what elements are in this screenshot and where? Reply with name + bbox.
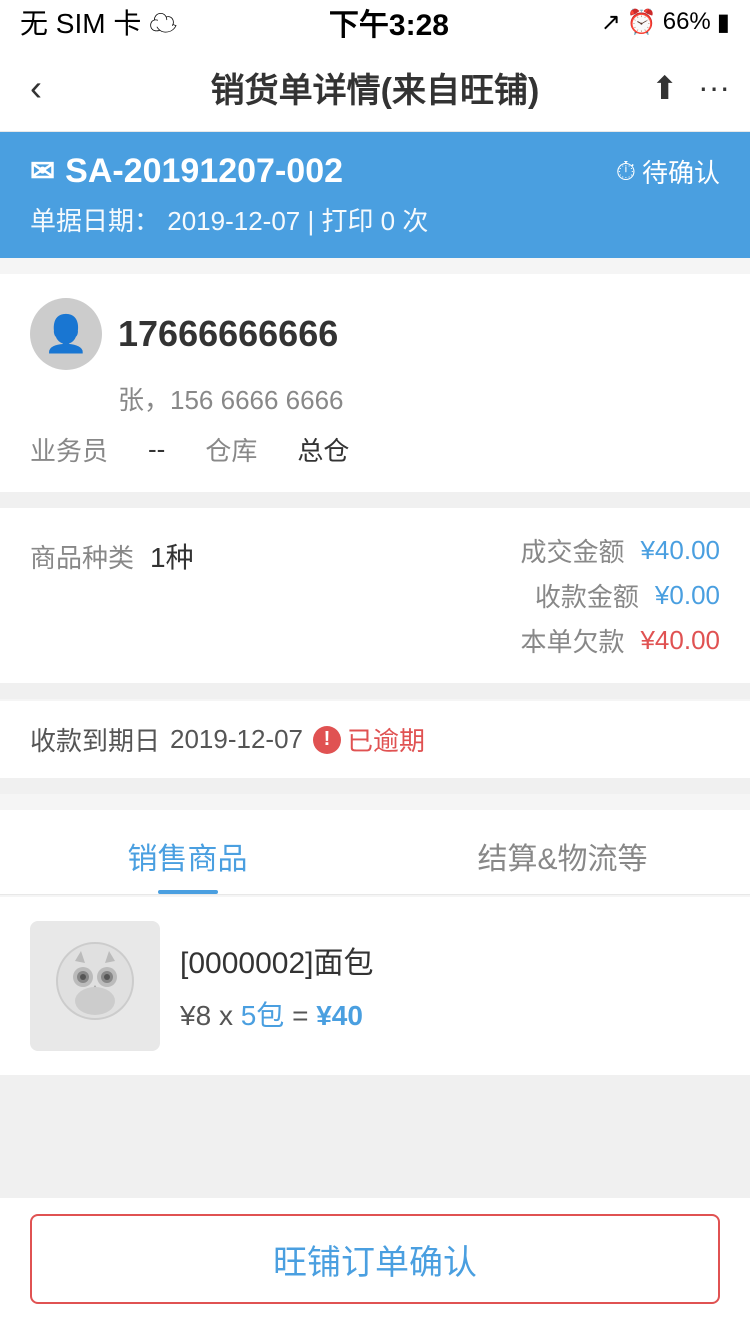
sim-label: 无 SIM 卡 ☁	[20, 2, 177, 42]
received-item: 收款金额 ¥0.00	[535, 577, 720, 614]
overdue-text: 已逾期	[347, 721, 425, 758]
page-title: 销货单详情(来自旺铺)	[211, 63, 540, 112]
tab-settlement[interactable]: 结算&物流等	[375, 810, 750, 894]
order-id-value: SA-20191207-002	[65, 152, 343, 191]
share-button[interactable]: ⬆	[651, 69, 678, 107]
type-label: 商品种类	[30, 538, 134, 575]
location-icon: ↗	[601, 8, 621, 37]
product-price: ¥8 x 5包 = ¥40	[180, 994, 720, 1034]
summary-row: 商品种类 1种 成交金额 ¥40.00 收款金额 ¥0.00 本单欠款 ¥40.…	[30, 532, 720, 659]
battery-icon: ▮	[717, 8, 730, 37]
product-logo	[55, 941, 135, 1031]
order-id: ✉ SA-20191207-002	[30, 152, 343, 191]
nav-actions: ⬆ ···	[651, 69, 730, 107]
due-date-label: 收款到期日	[30, 721, 160, 758]
order-date: 单据日期： 2019-12-07 | 打印 0 次	[30, 201, 720, 238]
warehouse-value: 总仓	[297, 431, 349, 468]
status-bar: 无 SIM 卡 ☁ 下午3:28 ↗ ⏰ 66% ▮	[0, 0, 750, 44]
order-date-label: 单据日期：	[30, 206, 160, 236]
bottom-bar: 旺铺订单确认	[0, 1198, 750, 1334]
overdue-icon: !	[313, 726, 341, 754]
tab-settlement-label: 结算&物流等	[477, 843, 647, 876]
owed-item: 本单欠款 ¥40.00	[520, 622, 720, 659]
equals-sign: =	[292, 1000, 316, 1031]
amount-label: 成交金额	[520, 532, 624, 569]
tab-sales-label: 销售商品	[128, 843, 248, 876]
customer-section: 👤 17666666666 张，156 6666 6666 业务员 -- 仓库 …	[0, 274, 750, 492]
product-info: [0000002]面包 ¥8 x 5包 = ¥40	[180, 938, 720, 1034]
order-print-text: | 打印 0 次	[307, 206, 428, 236]
customer-row: 👤 17666666666	[30, 298, 720, 370]
summary-section: 商品种类 1种 成交金额 ¥40.00 收款金额 ¥0.00 本单欠款 ¥40.…	[0, 508, 750, 683]
multiply-sign: x	[219, 1000, 241, 1031]
summary-right: 成交金额 ¥40.00 收款金额 ¥0.00 本单欠款 ¥40.00	[520, 532, 720, 659]
agent-value: --	[148, 434, 165, 465]
product-qty: 5包	[241, 1000, 285, 1031]
order-date-value: 2019-12-07	[167, 206, 300, 236]
tabs-section: 销售商品 结算&物流等	[0, 810, 750, 895]
owed-value: ¥40.00	[640, 625, 720, 656]
alarm-icon: ⏰	[627, 8, 657, 37]
more-button[interactable]: ···	[698, 69, 730, 106]
agent-label: 业务员	[30, 431, 108, 468]
received-value: ¥0.00	[655, 580, 720, 611]
overdue-badge: ! 已逾期	[313, 721, 425, 758]
summary-left: 商品种类 1种	[30, 532, 520, 576]
due-date-section: 收款到期日 2019-12-07 ! 已逾期	[0, 701, 750, 778]
price-unit: ¥8	[180, 1000, 211, 1031]
status-clock-icon: ⏱	[616, 156, 636, 188]
battery-level: 66%	[663, 8, 711, 36]
customer-meta: 业务员 -- 仓库 总仓	[30, 431, 720, 468]
customer-sub: 张，156 6666 6666	[118, 380, 720, 417]
order-status: ⏱ 待确认	[616, 153, 720, 190]
order-header: ✉ SA-20191207-002 ⏱ 待确认 单据日期： 2019-12-07…	[0, 132, 750, 258]
status-left: 无 SIM 卡 ☁	[20, 2, 177, 42]
divider-1	[0, 492, 750, 508]
avatar-icon: 👤	[44, 313, 89, 355]
type-value: 1种	[150, 536, 194, 576]
owed-label: 本单欠款	[520, 622, 624, 659]
status-text: 待确认	[642, 153, 720, 190]
order-icon: ✉	[30, 154, 55, 189]
avatar: 👤	[30, 298, 102, 370]
due-date-value: 2019-12-07	[170, 724, 303, 755]
status-time: 下午3:28	[329, 0, 449, 44]
warehouse-label: 仓库	[205, 431, 257, 468]
tab-sales-products[interactable]: 销售商品	[0, 810, 375, 894]
product-section: [0000002]面包 ¥8 x 5包 = ¥40	[0, 897, 750, 1075]
product-name: [0000002]面包	[180, 938, 720, 982]
product-thumbnail	[30, 921, 160, 1051]
received-label: 收款金额	[535, 577, 639, 614]
divider-2	[0, 683, 750, 699]
product-total: ¥40	[316, 1000, 363, 1031]
amount-value: ¥40.00	[640, 535, 720, 566]
back-button[interactable]: ‹	[20, 57, 52, 119]
divider-3	[0, 778, 750, 794]
confirm-button[interactable]: 旺铺订单确认	[30, 1214, 720, 1304]
amount-item: 成交金额 ¥40.00	[520, 532, 720, 569]
nav-bar: ‹ 销货单详情(来自旺铺) ⬆ ···	[0, 44, 750, 132]
customer-phone: 17666666666	[118, 313, 338, 355]
status-right: ↗ ⏰ 66% ▮	[601, 8, 730, 37]
